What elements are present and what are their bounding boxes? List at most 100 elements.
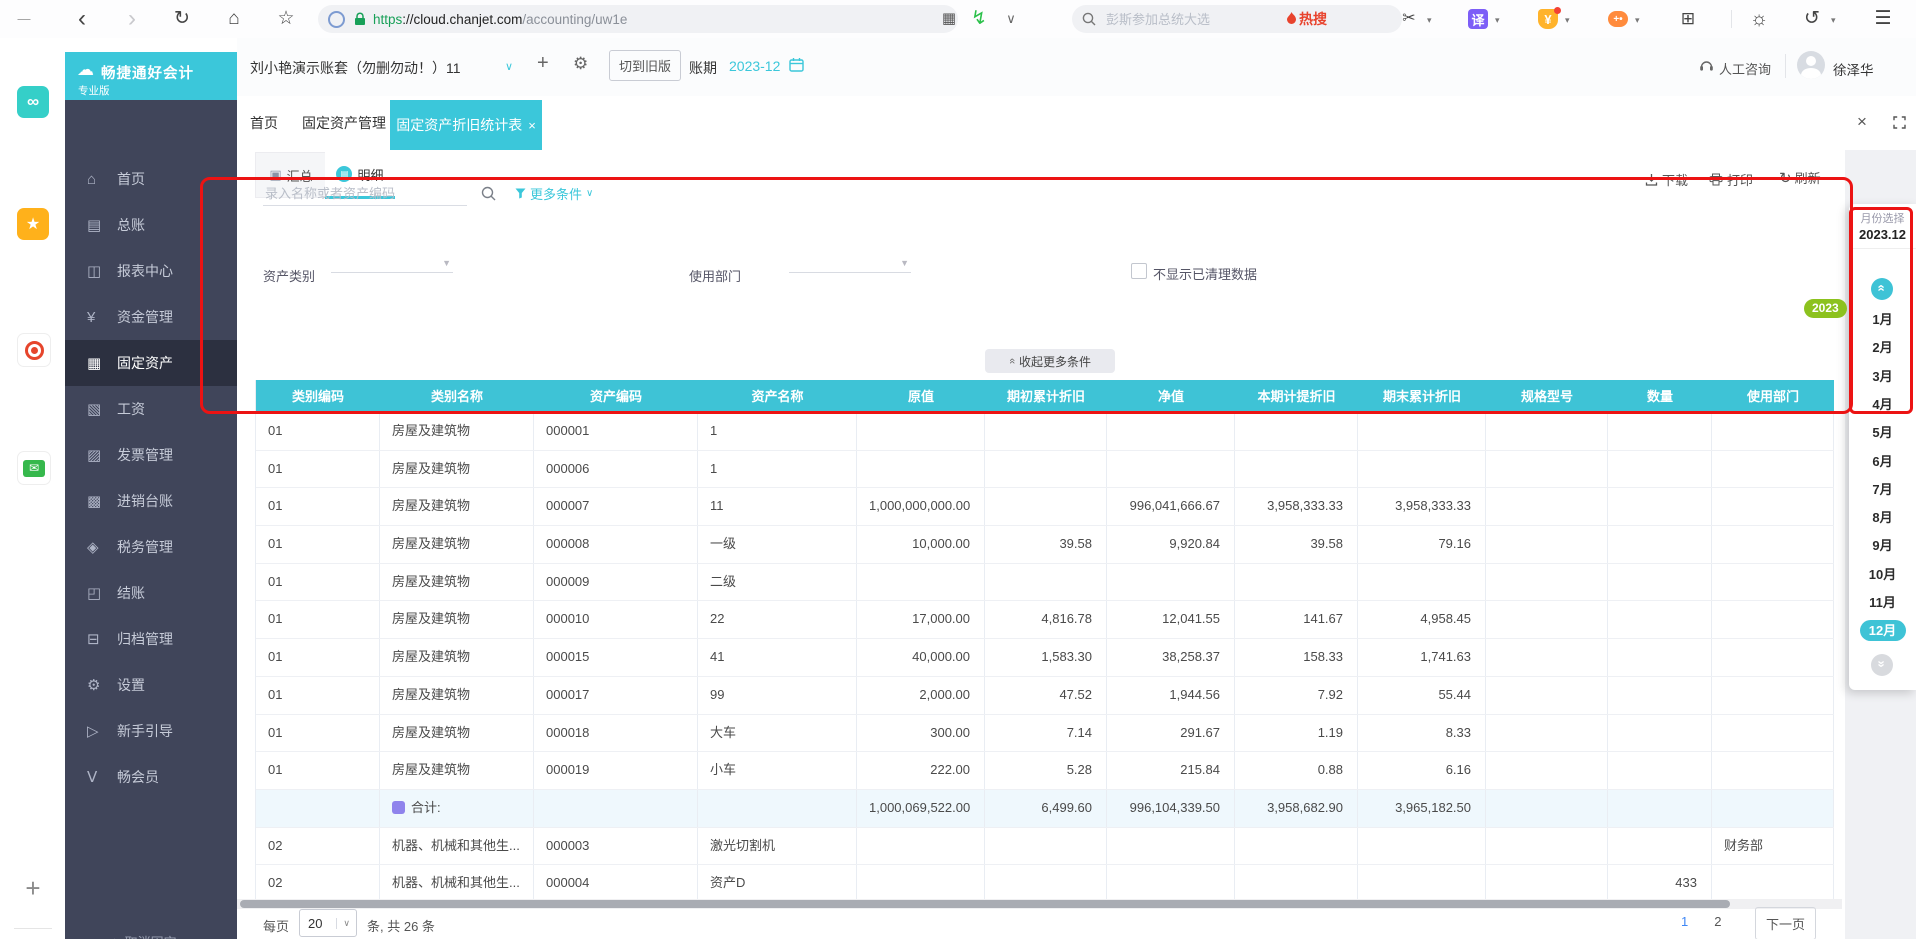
horizontal-scrollbar-track[interactable] (237, 899, 1842, 909)
asset-search-input[interactable] (263, 182, 467, 206)
sidebar-item-settings[interactable]: ⚙ 设置 (65, 662, 237, 708)
avatar[interactable] (1797, 51, 1825, 79)
sidebar-item-report-center[interactable]: ◫ 报表中心 (65, 248, 237, 294)
scissors-caret-icon[interactable]: ▾ (1427, 15, 1432, 26)
month-item-11[interactable]: 11月 (1849, 589, 1916, 617)
sidebar-item-home[interactable]: ⌂ 首页 (65, 156, 237, 202)
switch-old-version-button[interactable]: 切到旧版 (609, 50, 682, 81)
month-item-8[interactable]: 8月 (1849, 504, 1916, 532)
refresh-button[interactable]: ↻ 刷新 (1779, 168, 1821, 187)
undo-icon[interactable]: ↺ (1800, 0, 1824, 38)
undo-caret-icon[interactable]: ▾ (1831, 15, 1836, 26)
sidebar-item-fixed-assets[interactable]: ▦ 固定资产 (65, 340, 237, 386)
print-button[interactable]: 打印 (1709, 170, 1753, 189)
theme-sun-icon[interactable]: ☼ (1746, 0, 1772, 38)
period-value[interactable]: 2023-12 (729, 58, 780, 74)
close-page-icon[interactable]: × (1857, 112, 1867, 132)
minimize-icon[interactable]: — (14, 0, 34, 38)
column-header[interactable]: 使用部门 (1712, 380, 1834, 413)
sidebar-item-funds[interactable]: ¥ 资金管理 (65, 294, 237, 340)
column-header[interactable]: 本期计提折旧 (1235, 380, 1358, 413)
add-account-icon[interactable]: + (537, 52, 549, 75)
back-icon[interactable]: ‹ (68, 0, 96, 38)
bookmark-star-icon[interactable]: ☆ (272, 0, 300, 38)
month-scroll-down-icon[interactable]: » (1871, 654, 1893, 676)
game-controller-icon[interactable]: +• (1608, 11, 1628, 27)
month-item-5[interactable]: 5月 (1849, 419, 1916, 447)
username[interactable]: 徐泽华 (1833, 59, 1874, 79)
page-number-2[interactable]: 2 (1714, 914, 1721, 929)
expand-icon[interactable] (1893, 116, 1906, 129)
calendar-icon[interactable] (789, 57, 804, 72)
tab-home[interactable]: 首页 (250, 96, 294, 150)
table-total-row[interactable]: 合计: 1,000,069,522.00 6,499.60 996,104,339.5… (256, 789, 1834, 828)
month-item-9[interactable]: 9月 (1849, 532, 1916, 560)
table-row[interactable]: 01 房屋及建筑物 000018 大车 300.00 7.14 291.67 1.19 8.33 (256, 714, 1834, 753)
column-header[interactable]: 期末累计折旧 (1358, 380, 1486, 413)
month-scroll-up-icon[interactable]: « (1871, 278, 1893, 300)
favorites-star-icon[interactable]: ★ (17, 208, 49, 240)
game-caret-icon[interactable]: ▾ (1635, 15, 1640, 26)
chanjet-app-icon[interactable]: ∞ (17, 86, 49, 118)
translate-caret-icon[interactable]: ▾ (1495, 15, 1500, 26)
download-button[interactable]: 下载 (1645, 170, 1688, 189)
month-item-6[interactable]: 6月 (1849, 448, 1916, 476)
column-header[interactable]: 资产名称 (698, 380, 857, 413)
column-header[interactable]: 期初累计折旧 (985, 380, 1107, 413)
account-name[interactable]: 刘小艳演示账套（勿删勿动！）11 (250, 58, 461, 78)
address-chevron-icon[interactable]: ∨ (1000, 0, 1022, 38)
table-row[interactable]: 01 房屋及建筑物 000006 1 (256, 450, 1834, 489)
address-bar[interactable]: https://cloud.chanjet.com/accounting/uw1… (318, 5, 958, 33)
asset-category-select[interactable]: ▼ (331, 254, 453, 273)
more-conditions-toggle[interactable]: 更多条件 ∨ (515, 184, 593, 203)
hide-cleared-checkbox[interactable] (1131, 263, 1147, 279)
table-row[interactable]: 01 房屋及建筑物 000009 二级 (256, 563, 1834, 602)
column-header[interactable]: 类别名称 (380, 380, 534, 413)
table-row[interactable]: 01 房屋及建筑物 000001 1 (256, 413, 1834, 451)
next-page-button[interactable]: 下一页 (1755, 907, 1817, 939)
collapse-conditions-button[interactable]: « 收起更多条件 (985, 349, 1115, 373)
refresh-icon[interactable]: ↻ (168, 0, 196, 38)
column-header[interactable]: 原值 (857, 380, 985, 413)
column-header[interactable]: 类别编码 (256, 380, 380, 413)
month-item-1[interactable]: 1月 (1849, 306, 1916, 334)
month-item-10[interactable]: 10月 (1849, 561, 1916, 589)
home-icon[interactable]: ⌂ (220, 0, 248, 38)
table-row[interactable]: 01 房屋及建筑物 000008 一级 10,000.00 39.58 9,920.84 39… (256, 526, 1834, 564)
sidebar-item-salary[interactable]: ▧ 工资 (65, 386, 237, 432)
table-row[interactable]: 01 房屋及建筑物 000019 小车 222.00 5.28 215.84 0.88 6.16 (256, 752, 1834, 790)
month-item-2[interactable]: 2月 (1849, 334, 1916, 362)
weibo-icon[interactable] (17, 333, 51, 367)
scissors-icon[interactable]: ✂ (1398, 0, 1420, 38)
filter-search-icon[interactable] (481, 186, 496, 201)
month-item-7[interactable]: 7月 (1849, 476, 1916, 504)
per-page-select[interactable]: 20 ∨ (299, 909, 357, 937)
sidebar-item-member[interactable]: Ⅴ 畅会员 (65, 754, 237, 800)
account-chevron-icon[interactable]: ∨ (505, 60, 513, 73)
support-link[interactable]: 人工咨询 (1719, 59, 1771, 78)
mail-icon[interactable]: ✉ (17, 451, 51, 485)
horizontal-scrollbar-thumb[interactable] (240, 900, 1730, 908)
shield-caret-icon[interactable]: ▾ (1565, 15, 1570, 26)
account-settings-gear-icon[interactable]: ⚙ (573, 54, 588, 74)
browser-search-box[interactable]: 热搜 (1072, 5, 1402, 33)
table-row[interactable]: 01 房屋及建筑物 000015 41 40,000.00 1,583.30 38,258.… (256, 639, 1834, 677)
rail-add-icon[interactable]: + (17, 872, 49, 904)
table-row[interactable]: 01 房屋及建筑物 000010 22 17,000.00 4,816.78 12,041.… (256, 601, 1834, 640)
sidebar-item-guide[interactable]: ▷ 新手引导 (65, 708, 237, 754)
forward-icon[interactable]: › (118, 0, 146, 38)
sidebar-item-general-ledger[interactable]: ▤ 总账 (65, 202, 237, 248)
qr-code-icon[interactable]: ▦ (938, 0, 960, 38)
apps-grid-icon[interactable]: ⊞ (1676, 0, 1700, 38)
table-row[interactable]: 02 机器、机械和其他生... 000004 资产D 433 (256, 865, 1834, 903)
browser-menu-icon[interactable]: ☰ (1870, 0, 1896, 38)
page-number-1[interactable]: 1 (1681, 914, 1688, 929)
sidebar-item-archive[interactable]: ⊟ 归档管理 (65, 616, 237, 662)
table-row[interactable]: 01 房屋及建筑物 000017 99 2,000.00 47.52 1,944.56 7.9… (256, 676, 1834, 715)
sidebar-item-trade-ledger[interactable]: ▩ 进销台账 (65, 478, 237, 524)
table-row[interactable]: 01 房屋及建筑物 000007 11 1,000,000,000.00 996,041,… (256, 488, 1834, 527)
month-item-12[interactable]: 12月 (1849, 617, 1916, 645)
table-row[interactable]: 02 机器、机械和其他生... 000003 激光切割机 财务部 (256, 827, 1834, 866)
tab-close-icon[interactable]: × (528, 118, 536, 133)
translate-icon[interactable]: 译 (1468, 9, 1488, 29)
